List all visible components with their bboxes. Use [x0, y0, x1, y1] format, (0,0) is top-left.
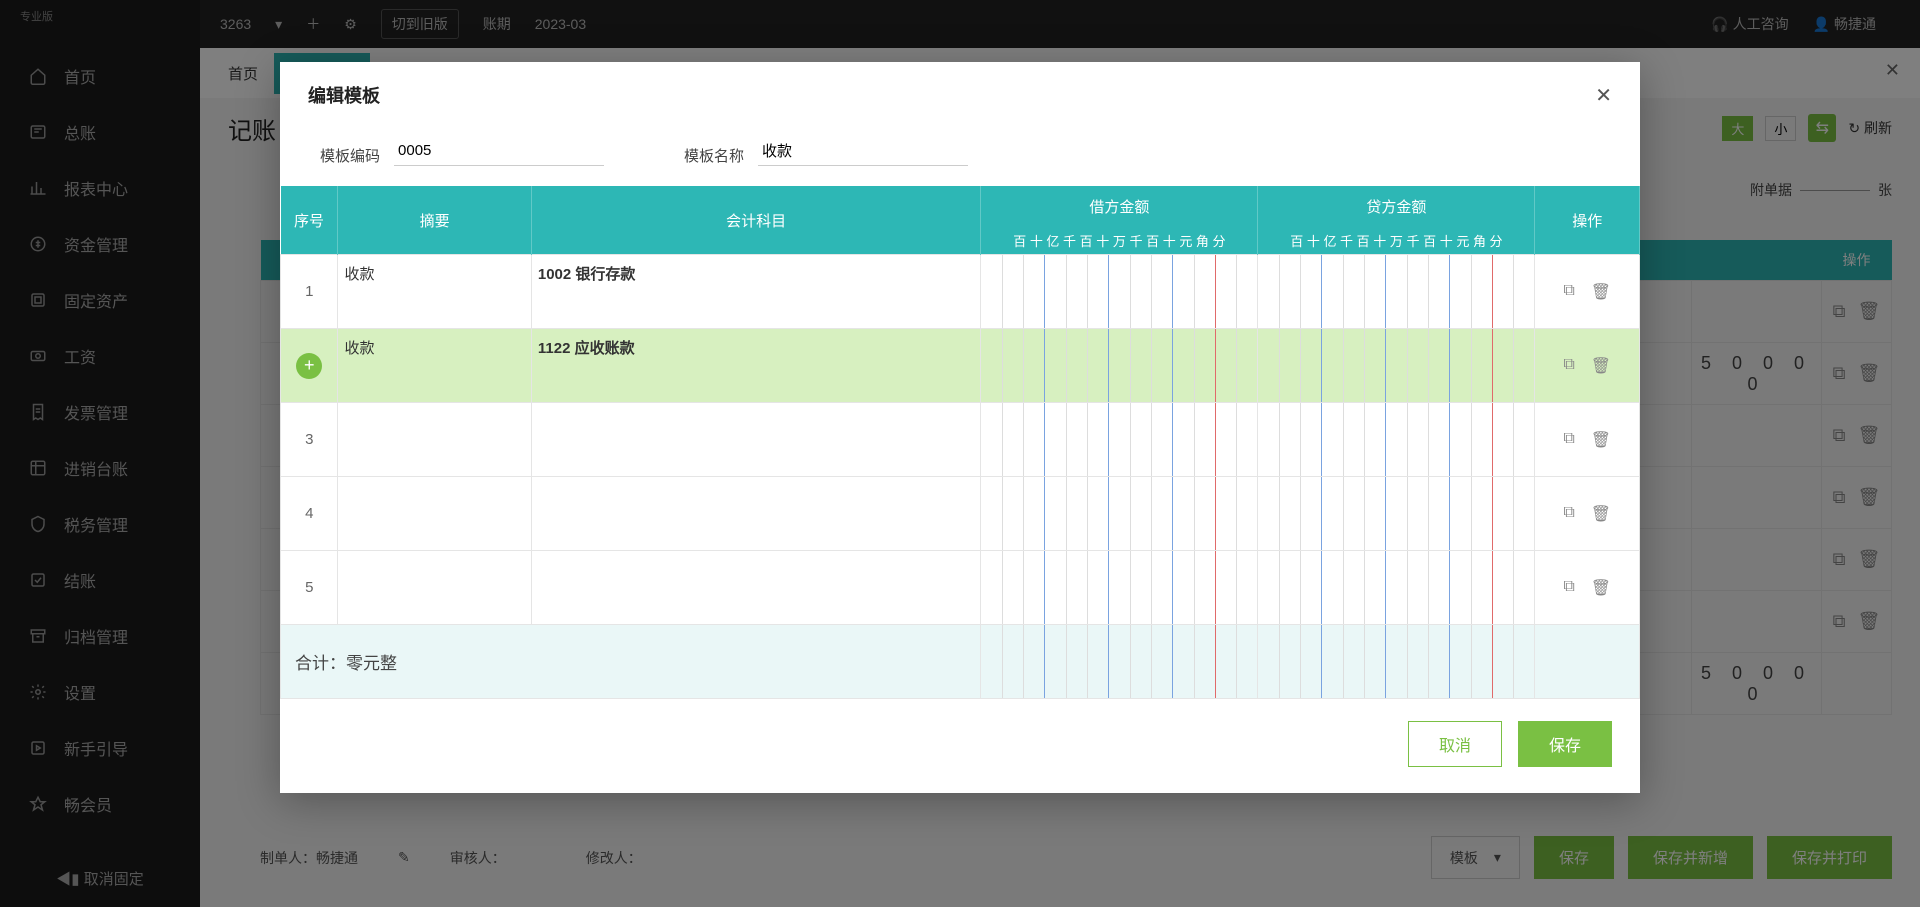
subject-cell[interactable]: 1122 应收账款: [531, 329, 981, 403]
col-summary: 摘要: [338, 186, 531, 255]
credit-cell[interactable]: [1258, 403, 1535, 477]
credit-cell[interactable]: [1258, 329, 1535, 403]
subject-cell[interactable]: [531, 477, 981, 551]
credit-cell[interactable]: [1258, 477, 1535, 551]
total-debit: [981, 625, 1258, 699]
edit-template-modal: 编辑模板 ✕ 模板编码 模板名称 序号 摘要 会计科目 借方金额 贷: [280, 62, 1640, 793]
modal-close-icon[interactable]: ✕: [1595, 83, 1612, 108]
debit-cell[interactable]: [981, 477, 1258, 551]
col-debit: 借方金额: [981, 186, 1258, 227]
col-credit: 贷方金额: [1258, 186, 1535, 227]
credit-cell[interactable]: [1258, 255, 1535, 329]
row-index: 3: [281, 403, 338, 477]
template-name-input[interactable]: [758, 136, 968, 166]
copy-icon[interactable]: ⧉: [1563, 282, 1574, 302]
copy-icon[interactable]: ⧉: [1563, 430, 1574, 450]
row-actions: ⧉🗑: [1535, 255, 1640, 329]
cancel-button[interactable]: 取消: [1408, 721, 1502, 767]
row-index: 5: [281, 551, 338, 625]
subject-cell[interactable]: 1002 银行存款: [531, 255, 981, 329]
subject-cell[interactable]: [531, 551, 981, 625]
summary-cell[interactable]: [338, 477, 531, 551]
summary-cell[interactable]: [338, 551, 531, 625]
delete-icon[interactable]: 🗑: [1591, 578, 1611, 598]
debit-cell[interactable]: [981, 329, 1258, 403]
subject-cell[interactable]: [531, 403, 981, 477]
summary-cell[interactable]: 收款: [338, 329, 531, 403]
template-name-label: 模板名称: [684, 145, 744, 166]
row-actions: ⧉🗑: [1535, 403, 1640, 477]
delete-icon[interactable]: 🗑: [1591, 356, 1611, 376]
row-index: +: [281, 329, 338, 403]
debit-cell[interactable]: [981, 403, 1258, 477]
table-row[interactable]: 3⧉🗑: [281, 403, 1640, 477]
row-index: 4: [281, 477, 338, 551]
credit-digits-header: 百 十 亿 千 百 十 万 千 百 十 元 角 分: [1258, 227, 1535, 255]
copy-icon[interactable]: ⧉: [1563, 504, 1574, 524]
add-row-button[interactable]: +: [296, 353, 322, 379]
debit-cell[interactable]: [981, 255, 1258, 329]
col-subject: 会计科目: [531, 186, 981, 255]
template-code-input[interactable]: [394, 136, 604, 166]
modal-title: 编辑模板: [308, 82, 380, 108]
summary-cell[interactable]: [338, 403, 531, 477]
table-row[interactable]: 5⧉🗑: [281, 551, 1640, 625]
row-actions: ⧉🗑: [1535, 477, 1640, 551]
total-label: 合计：零元整: [281, 625, 981, 699]
row-actions: ⧉🗑: [1535, 329, 1640, 403]
summary-cell[interactable]: 收款: [338, 255, 531, 329]
table-row[interactable]: 4⧉🗑: [281, 477, 1640, 551]
debit-cell[interactable]: [981, 551, 1258, 625]
delete-icon[interactable]: 🗑: [1591, 504, 1611, 524]
template-table: 序号 摘要 会计科目 借方金额 贷方金额 操作 百 十 亿 千 百 十 万 千 …: [280, 186, 1640, 699]
credit-cell[interactable]: [1258, 551, 1535, 625]
col-action: 操作: [1535, 186, 1640, 255]
delete-icon[interactable]: 🗑: [1591, 282, 1611, 302]
table-row[interactable]: 1收款1002 银行存款⧉🗑: [281, 255, 1640, 329]
debit-digits-header: 百 十 亿 千 百 十 万 千 百 十 元 角 分: [981, 227, 1258, 255]
copy-icon[interactable]: ⧉: [1563, 356, 1574, 376]
row-index: 1: [281, 255, 338, 329]
template-code-label: 模板编码: [320, 145, 380, 166]
table-row[interactable]: +收款1122 应收账款⧉🗑: [281, 329, 1640, 403]
col-index: 序号: [281, 186, 338, 255]
row-actions: ⧉🗑: [1535, 551, 1640, 625]
save-button[interactable]: 保存: [1518, 721, 1612, 767]
total-credit: [1258, 625, 1535, 699]
copy-icon[interactable]: ⧉: [1563, 578, 1574, 598]
delete-icon[interactable]: 🗑: [1591, 430, 1611, 450]
